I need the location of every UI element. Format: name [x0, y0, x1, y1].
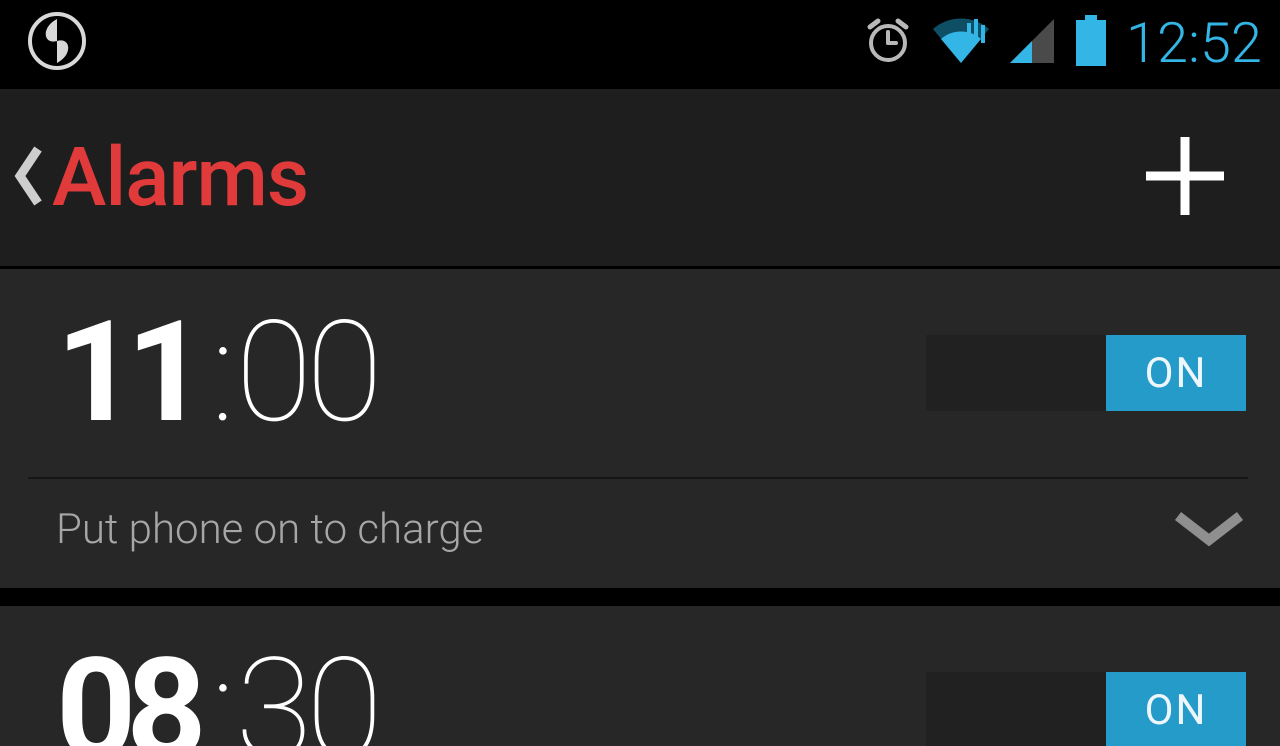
- status-bar: 12:52: [0, 0, 1280, 86]
- wifi-icon: [932, 17, 990, 69]
- app-header: Alarms: [0, 86, 1280, 266]
- cell-signal-icon: [1008, 17, 1056, 69]
- alarm-minute: 00: [236, 291, 377, 455]
- page-title[interactable]: Alarms: [52, 130, 308, 226]
- alarm-time[interactable]: 08:30: [56, 640, 377, 746]
- alarm-label[interactable]: Put phone on to charge: [56, 505, 483, 554]
- alarm-item[interactable]: 11:00 ON Put phone on to charge: [0, 266, 1280, 588]
- toggle-knob-on: ON: [1106, 335, 1246, 411]
- alarm-hour: 11: [56, 291, 197, 455]
- battery-icon: [1074, 15, 1108, 71]
- toggle-track: [926, 672, 1106, 746]
- snapdragon-icon: [28, 12, 86, 74]
- alarm-minute: 30: [236, 628, 377, 746]
- divider: [28, 477, 1248, 479]
- chevron-down-icon[interactable]: [1172, 508, 1246, 552]
- alarm-time[interactable]: 11:00: [56, 303, 377, 443]
- status-bar-right: 12:52: [862, 10, 1262, 76]
- add-alarm-button[interactable]: [1142, 133, 1228, 223]
- alarm-clock-icon: [862, 15, 914, 71]
- alarm-hour: 08: [56, 628, 197, 746]
- status-bar-left: [28, 12, 86, 74]
- alarm-list: 11:00 ON Put phone on to charge 08:30: [0, 266, 1280, 746]
- alarm-item[interactable]: 08:30 ON: [0, 606, 1280, 746]
- toggle-track: [926, 335, 1106, 411]
- alarm-toggle[interactable]: ON: [926, 335, 1246, 411]
- status-bar-clock: 12:52: [1126, 10, 1262, 76]
- back-icon[interactable]: [10, 141, 46, 215]
- toggle-knob-on: ON: [1106, 672, 1246, 746]
- alarm-toggle[interactable]: ON: [926, 672, 1246, 746]
